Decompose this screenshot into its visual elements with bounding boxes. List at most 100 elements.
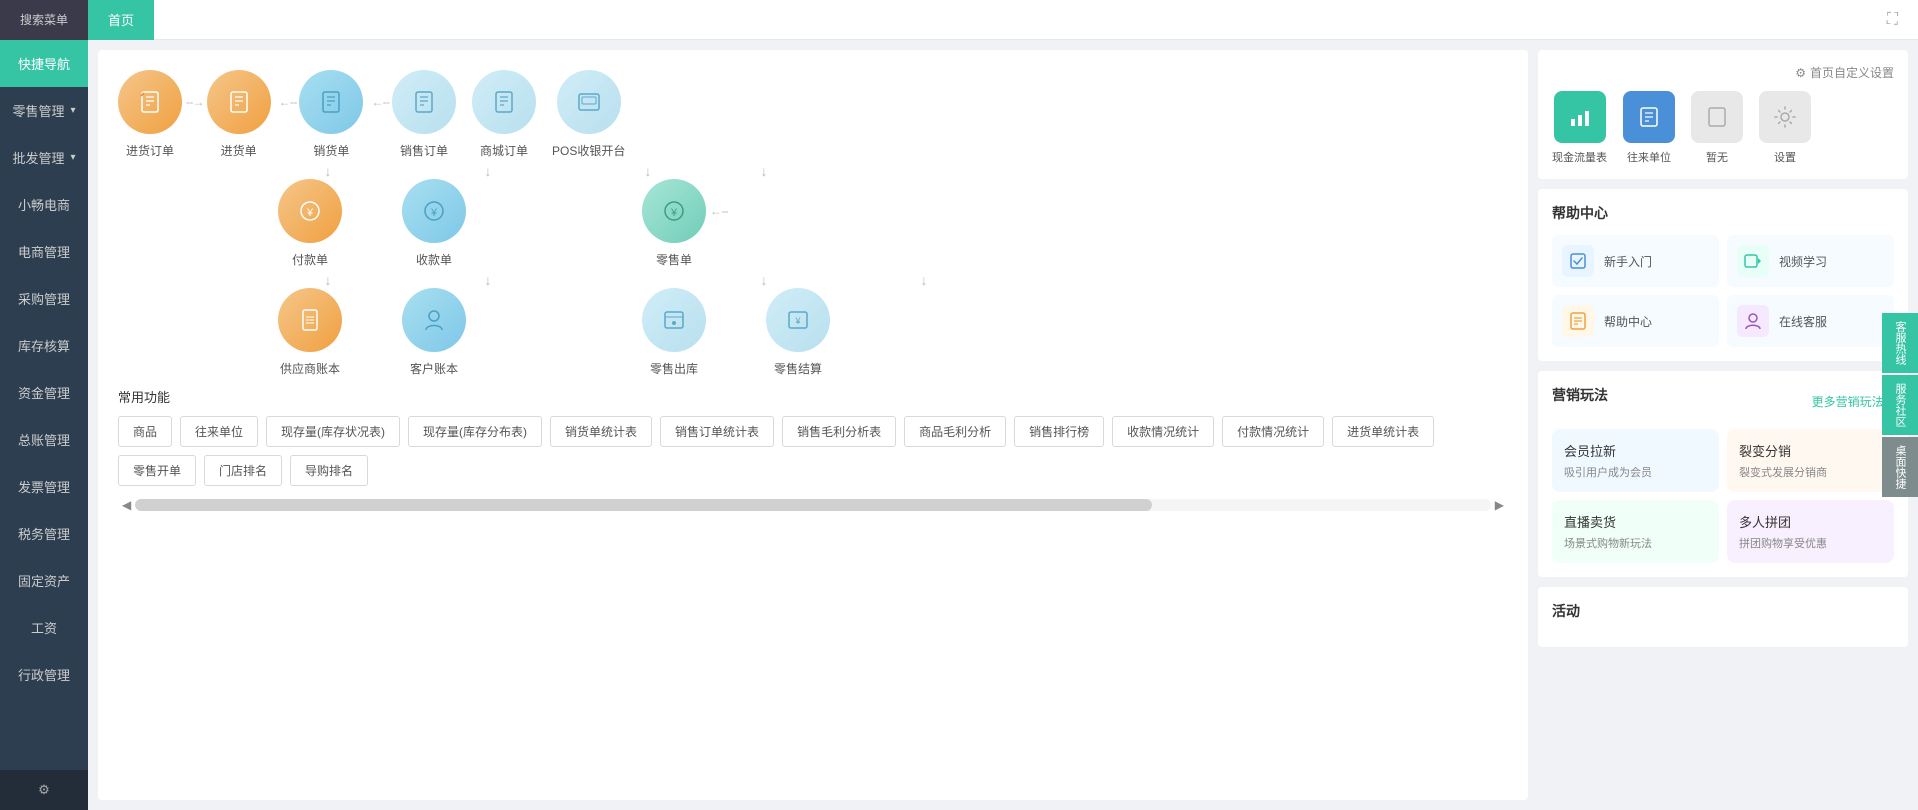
marketing-item-group[interactable]: 多人拼团 拼团购物享受优惠: [1727, 500, 1894, 563]
func-btn-retail-order[interactable]: 零售开单: [118, 455, 196, 486]
node-customer-account[interactable]: 客户账本: [402, 288, 466, 377]
node-retail-outbound[interactable]: 零售出库: [642, 288, 706, 377]
sidebar-item-inventory[interactable]: 库存核算: [0, 322, 88, 369]
arrow-left-2: ← - -: [363, 95, 392, 135]
float-btn-desktop[interactable]: 桌面快捷: [1882, 437, 1918, 497]
customize-label: 首页自定义设置: [1810, 64, 1894, 81]
sidebar-item-retail[interactable]: 零售管理 ▾: [0, 87, 88, 134]
search-menu[interactable]: 搜索菜单: [0, 0, 88, 40]
arrow-right-1: - - →: [182, 95, 207, 135]
settings-nav-label: 设置: [1774, 149, 1796, 165]
node-pos-cashier[interactable]: POS收银开台: [552, 70, 625, 159]
sidebar-item-label: 发票管理: [18, 477, 70, 496]
quick-nav-panel: ⚙ 首页自定义设置 现金流量表 往来单位: [1538, 50, 1908, 179]
sidebar-item-ledger[interactable]: 总账管理: [0, 416, 88, 463]
func-btn-sales-stats[interactable]: 销货单统计表: [550, 416, 652, 447]
sidebar-item-admin[interactable]: 行政管理: [0, 651, 88, 698]
func-btn-payment-stats[interactable]: 付款情况统计: [1222, 416, 1324, 447]
nav-icon-settings[interactable]: 设置: [1759, 91, 1811, 165]
node-retail-settlement[interactable]: ¥ 零售结算: [766, 288, 830, 377]
node-payment[interactable]: ¥ 付款单: [278, 179, 342, 268]
node-mall-order[interactable]: 商城订单: [472, 70, 536, 159]
sales-slip-icon: [299, 70, 363, 134]
help-item-helpcenter[interactable]: 帮助中心: [1552, 295, 1719, 347]
help-item-service[interactable]: 在线客服: [1727, 295, 1894, 347]
float-btn-community[interactable]: 服务社区: [1882, 375, 1918, 435]
help-item-video[interactable]: 视频学习: [1727, 235, 1894, 287]
func-btn-stock-dist[interactable]: 现存量(库存分布表): [408, 416, 542, 447]
func-btn-receipt-stats[interactable]: 收款情况统计: [1112, 416, 1214, 447]
supplier-account-icon: [278, 288, 342, 352]
sidebar-item-label: 总账管理: [18, 430, 70, 449]
pos-cashier-label: POS收银开台: [552, 142, 625, 159]
live-title: 直播卖货: [1564, 512, 1707, 531]
sidebar-item-invoice[interactable]: 发票管理: [0, 463, 88, 510]
svg-text:¥: ¥: [670, 207, 678, 219]
customize-link[interactable]: ⚙ 首页自定义设置: [1795, 64, 1894, 81]
sidebar-settings[interactable]: ⚙: [0, 770, 88, 810]
nav-icon-partner[interactable]: 往来单位: [1623, 91, 1675, 165]
func-btn-stock-status[interactable]: 现存量(库存状况表): [266, 416, 400, 447]
down-arrow-purchase: ↓: [278, 163, 378, 179]
marketing-item-live[interactable]: 直播卖货 场景式购物新玩法: [1552, 500, 1719, 563]
node-purchase-order[interactable]: 进货订单: [118, 70, 182, 159]
func-btn-order-stats[interactable]: 销售订单统计表: [660, 416, 774, 447]
sidebar-item-purchase[interactable]: 采购管理: [0, 275, 88, 322]
sidebar-item-payroll[interactable]: 工资: [0, 604, 88, 651]
sidebar-item-finance[interactable]: 资金管理: [0, 369, 88, 416]
down-retail: ↓: [714, 272, 814, 288]
float-btn-hotline[interactable]: 客服热线: [1882, 313, 1918, 373]
sidebar-item-quick-nav[interactable]: 快捷导航: [0, 40, 88, 87]
purchase-order-label: 进货订单: [126, 142, 174, 159]
mall-order-label: 商城订单: [480, 142, 528, 159]
payment-label: 付款单: [292, 251, 328, 268]
node-retail-order[interactable]: ¥ 零售单: [642, 179, 706, 268]
purchase-slip-icon: [207, 70, 271, 134]
member-desc: 吸引用户成为会员: [1564, 464, 1707, 480]
sidebar-item-fixed-assets[interactable]: 固定资产: [0, 557, 88, 604]
marketing-item-member[interactable]: 会员拉新 吸引用户成为会员: [1552, 429, 1719, 492]
node-purchase-slip[interactable]: 进货单: [207, 70, 271, 159]
video-icon: [1737, 245, 1769, 277]
member-title: 会员拉新: [1564, 441, 1707, 460]
func-btn-profit-analysis[interactable]: 销售毛利分析表: [782, 416, 896, 447]
func-btn-store-rank[interactable]: 门店排名: [204, 455, 282, 486]
marketing-item-fission[interactable]: 裂变分销 裂变式发展分销商: [1727, 429, 1894, 492]
customer-account-icon: [402, 288, 466, 352]
main-panel: 进货订单 - - → 进货单 ← - -: [98, 50, 1528, 800]
supplier-account-label: 供应商账本: [280, 360, 340, 377]
sidebar-item-ecommerce[interactable]: 电商管理: [0, 228, 88, 275]
common-functions: 常用功能 商品 往来单位 现存量(库存状况表) 现存量(库存分布表) 销货单统计…: [118, 387, 1508, 486]
scroll-right-arrow[interactable]: ▶: [1491, 498, 1508, 512]
func-btn-goods-profit[interactable]: 商品毛利分析: [904, 416, 1006, 447]
video-label: 视频学习: [1779, 253, 1827, 270]
node-sales-order[interactable]: 销售订单: [392, 70, 456, 159]
activity-panel: 活动: [1538, 587, 1908, 647]
func-btn-sales-rank[interactable]: 销售排行榜: [1014, 416, 1104, 447]
nav-icon-none[interactable]: 暂无: [1691, 91, 1743, 165]
sidebar-item-wholesale[interactable]: 批发管理 ▾: [0, 134, 88, 181]
chevron-down-icon: ▾: [70, 105, 75, 116]
fullscreen-icon[interactable]: ⛶: [1887, 11, 1898, 29]
func-btn-purchase-stats[interactable]: 进货单统计表: [1332, 416, 1434, 447]
help-item-beginner[interactable]: 新手入门: [1552, 235, 1719, 287]
desktop-label: 桌面快捷: [1894, 445, 1906, 489]
func-btn-guide-rank[interactable]: 导购排名: [290, 455, 368, 486]
scroll-track[interactable]: [135, 499, 1491, 511]
helpcenter-icon: [1562, 305, 1594, 337]
tab-home[interactable]: 首页: [88, 0, 154, 40]
node-sales-slip[interactable]: 销货单: [299, 70, 363, 159]
sidebar-item-tax[interactable]: 税务管理: [0, 510, 88, 557]
node-receipt[interactable]: ¥ 收款单: [402, 179, 466, 268]
group-desc: 拼团购物享受优惠: [1739, 535, 1882, 551]
func-btn-partner[interactable]: 往来单位: [180, 416, 258, 447]
sidebar-item-ecommerce-small[interactable]: 小畅电商: [0, 181, 88, 228]
nav-icon-cashflow[interactable]: 现金流量表: [1552, 91, 1607, 165]
node-supplier-account[interactable]: 供应商账本: [278, 288, 342, 377]
activity-title: 活动: [1552, 601, 1894, 621]
right-panel: ⚙ 首页自定义设置 现金流量表 往来单位: [1538, 40, 1918, 810]
scroll-left-arrow[interactable]: ◀: [118, 498, 135, 512]
func-btn-goods[interactable]: 商品: [118, 416, 172, 447]
horizontal-scrollbar: ◀ ▶: [118, 498, 1508, 512]
func-buttons-grid: 商品 往来单位 现存量(库存状况表) 现存量(库存分布表) 销货单统计表 销售订…: [118, 416, 1508, 486]
